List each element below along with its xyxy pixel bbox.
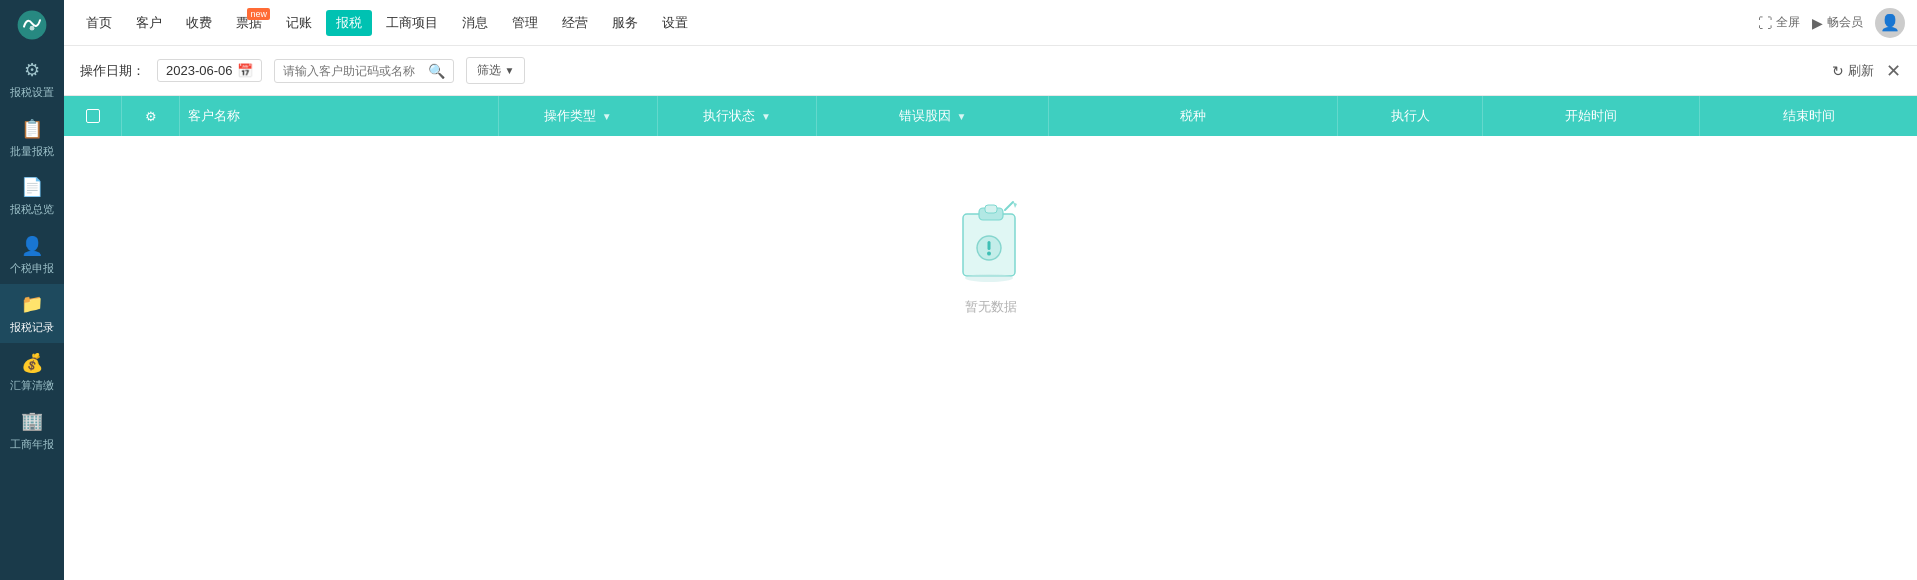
content-area: 操作日期： 2023-06-06 📅 🔍 筛选 ▼ ↻ 刷新 ✕: [64, 46, 1917, 580]
sidebar-item-personal-tax[interactable]: 👤 个税申报: [0, 226, 64, 285]
filter-label: 筛选: [477, 62, 501, 79]
nav-service[interactable]: 服务: [602, 10, 648, 36]
main-area: 首页 客户 收费 票据 new 记账 报税 工商项目 消息 管理 经营 服务 设…: [64, 0, 1917, 580]
batch-tax-icon: 📋: [21, 117, 43, 142]
filter-button[interactable]: 筛选 ▼: [466, 57, 526, 84]
tax-overview-icon: 📄: [21, 175, 43, 200]
calendar-icon: 📅: [237, 63, 253, 78]
sidebar-item-tax-records[interactable]: 📁 报税记录: [0, 284, 64, 343]
tax-settings-icon: ⚙: [24, 58, 40, 83]
new-badge: new: [247, 8, 270, 21]
member-label: 畅会员: [1827, 14, 1863, 31]
close-button[interactable]: ✕: [1886, 62, 1901, 80]
refresh-label: 刷新: [1848, 62, 1874, 80]
fullscreen-button[interactable]: ⛶ 全屏: [1758, 14, 1800, 31]
svg-rect-6: [987, 241, 990, 250]
sidebar-item-batch-tax[interactable]: 📋 批量报税: [0, 109, 64, 168]
th-customer-name: 客户名称: [180, 96, 498, 136]
fullscreen-label: 全屏: [1776, 14, 1800, 31]
th-gear[interactable]: ⚙: [122, 96, 180, 136]
table-container: ⚙ 客户名称 操作类型 ▼ 执行状态 ▼: [64, 96, 1917, 580]
top-navigation: 首页 客户 收费 票据 new 记账 报税 工商项目 消息 管理 经营 服务 设…: [64, 0, 1917, 46]
sort-icon: ▼: [761, 111, 771, 122]
sidebar: ⚙ 报税设置 📋 批量报税 📄 报税总览 👤 个税申报 📁 报税记录 💰 汇算清…: [0, 0, 64, 580]
sidebar-item-label: 报税设置: [10, 85, 54, 100]
nav-management[interactable]: 管理: [502, 10, 548, 36]
toolbar: 操作日期： 2023-06-06 📅 🔍 筛选 ▼ ↻ 刷新 ✕: [64, 46, 1917, 96]
app-logo: [0, 0, 64, 50]
date-value: 2023-06-06: [166, 63, 233, 78]
search-input[interactable]: [283, 64, 424, 78]
svg-point-7: [987, 252, 991, 256]
member-button[interactable]: ▶ 畅会员: [1812, 14, 1863, 31]
empty-illustration: [951, 196, 1031, 286]
svg-rect-4: [985, 205, 997, 213]
annual-report-icon: 🏢: [21, 409, 43, 434]
search-box[interactable]: 🔍: [274, 59, 454, 83]
nav-billing[interactable]: 收费: [176, 10, 222, 36]
records-table: ⚙ 客户名称 操作类型 ▼ 执行状态 ▼: [64, 96, 1917, 376]
svg-line-8: [1005, 202, 1013, 210]
nav-accounts[interactable]: 记账: [276, 10, 322, 36]
nav-operation[interactable]: 经营: [552, 10, 598, 36]
th-start-time: 开始时间: [1483, 96, 1700, 136]
sidebar-item-label: 报税总览: [10, 202, 54, 217]
sidebar-item-label: 个税申报: [10, 261, 54, 276]
th-error-reason[interactable]: 错误股因 ▼: [817, 96, 1049, 136]
chevron-down-icon: ▼: [505, 65, 515, 76]
date-picker[interactable]: 2023-06-06 📅: [157, 59, 262, 82]
sidebar-item-tax-overview[interactable]: 📄 报税总览: [0, 167, 64, 226]
sidebar-item-label: 工商年报: [10, 437, 54, 452]
nav-business[interactable]: 工商项目: [376, 10, 448, 36]
avatar-icon: 👤: [1880, 13, 1900, 32]
tax-records-icon: 📁: [21, 292, 43, 317]
select-all-checkbox[interactable]: [86, 109, 100, 123]
date-label: 操作日期：: [80, 62, 145, 80]
nav-message[interactable]: 消息: [452, 10, 498, 36]
gear-icon: ⚙: [145, 109, 157, 124]
sidebar-item-label: 批量报税: [10, 144, 54, 159]
empty-state: 暂无数据: [64, 136, 1917, 376]
nav-customer[interactable]: 客户: [126, 10, 172, 36]
sidebar-item-label: 报税记录: [10, 320, 54, 335]
th-op-type[interactable]: 操作类型 ▼: [498, 96, 657, 136]
empty-row: 暂无数据: [64, 136, 1917, 376]
fullscreen-icon: ⛶: [1758, 15, 1772, 31]
sidebar-item-tax-settings[interactable]: ⚙ 报税设置: [0, 50, 64, 109]
sort-icon: ▼: [602, 111, 612, 122]
personal-tax-icon: 👤: [21, 234, 43, 259]
sidebar-item-annual-report[interactable]: 🏢 工商年报: [0, 401, 64, 460]
table-body: 暂无数据: [64, 136, 1917, 376]
nav-settings[interactable]: 设置: [652, 10, 698, 36]
topnav-right: ⛶ 全屏 ▶ 畅会员 👤: [1758, 8, 1905, 38]
th-checkbox[interactable]: [64, 96, 122, 136]
empty-text: 暂无数据: [965, 298, 1017, 316]
sidebar-item-label: 汇算清缴: [10, 378, 54, 393]
refresh-button[interactable]: ↻ 刷新: [1832, 62, 1874, 80]
table-header-row: ⚙ 客户名称 操作类型 ▼ 执行状态 ▼: [64, 96, 1917, 136]
nav-invoice[interactable]: 票据 new: [226, 10, 272, 36]
svg-marker-9: [1013, 202, 1017, 208]
search-icon: 🔍: [428, 63, 445, 79]
th-end-time: 结束时间: [1700, 96, 1917, 136]
svg-point-10: [965, 274, 1013, 282]
video-icon: ▶: [1812, 15, 1823, 31]
nav-items: 首页 客户 收费 票据 new 记账 报税 工商项目 消息 管理 经营 服务 设…: [76, 10, 1758, 36]
svg-point-0: [18, 11, 47, 40]
th-executor: 执行人: [1338, 96, 1483, 136]
nav-home[interactable]: 首页: [76, 10, 122, 36]
th-tax-type: 税种: [1048, 96, 1338, 136]
user-avatar[interactable]: 👤: [1875, 8, 1905, 38]
sidebar-item-settlement[interactable]: 💰 汇算清缴: [0, 343, 64, 402]
sort-icon: ▼: [956, 111, 966, 122]
settlement-icon: 💰: [21, 351, 43, 376]
th-exec-status[interactable]: 执行状态 ▼: [658, 96, 817, 136]
empty-cell: 暂无数据: [64, 136, 1917, 376]
nav-tax[interactable]: 报税: [326, 10, 372, 36]
svg-point-1: [30, 26, 35, 31]
refresh-icon: ↻: [1832, 63, 1844, 79]
